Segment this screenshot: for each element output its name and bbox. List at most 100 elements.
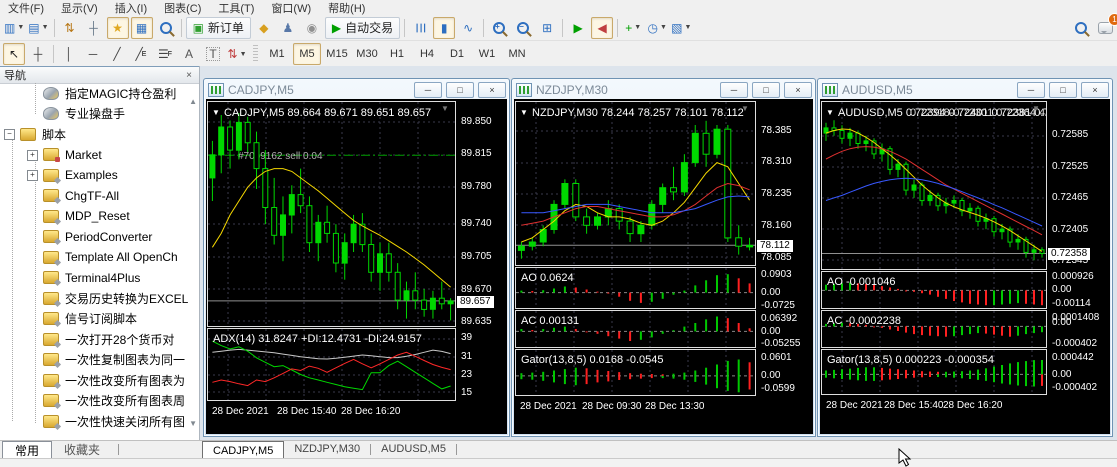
- time-axis[interactable]: 28 Dec 202128 Dec 15:4028 Dec 16:20: [821, 396, 1047, 416]
- expand-icon[interactable]: +: [27, 170, 38, 181]
- line-chart-button[interactable]: ∿: [457, 17, 479, 39]
- nav-item-6[interactable]: MDP_Reset: [0, 206, 199, 227]
- indicator-pane-2[interactable]: AC -0.0002238: [821, 310, 1047, 348]
- tile-windows-button[interactable]: ⊞: [536, 17, 558, 39]
- chart-client-area[interactable]: ▼AUDUSD,M5 0.72394 0.72401 0.72381 0.723…: [820, 99, 1110, 434]
- nav-item-0[interactable]: 指定MAGIC持仓盈利: [0, 83, 199, 104]
- window-titlebar[interactable]: AUDUSD,M5─□×: [818, 79, 1112, 99]
- strategy-tester-button[interactable]: [155, 17, 177, 39]
- chart-tab-0[interactable]: CADJPY,M5: [202, 441, 284, 459]
- chat-button[interactable]: 1: [1094, 17, 1116, 39]
- timeframe-m30-button[interactable]: M30: [353, 43, 381, 65]
- cursor-button[interactable]: ↖: [3, 43, 25, 65]
- window-minimize-button[interactable]: ─: [720, 82, 748, 98]
- chart-tab-2[interactable]: AUDUSD,M5: [371, 441, 456, 457]
- data-window-button[interactable]: ┼: [83, 17, 105, 39]
- metaquotes-button[interactable]: ◆: [253, 17, 275, 39]
- timeframe-mn-button[interactable]: MN: [503, 43, 531, 65]
- indicator-pane-3[interactable]: Gator(13,8,5) 0.0168 -0.0545: [515, 349, 756, 396]
- templates-button[interactable]: ▧▼: [670, 17, 692, 39]
- window-close-button[interactable]: ×: [478, 82, 506, 98]
- expand-icon[interactable]: +: [27, 150, 38, 161]
- menu-item-6[interactable]: 帮助(H): [322, 0, 376, 16]
- candlestick-button[interactable]: ▮: [433, 17, 455, 39]
- price-pane[interactable]: ▼AUDUSD,M5 0.72394 0.72401 0.72381 0.723…: [821, 101, 1047, 270]
- menu-item-1[interactable]: 显示(V): [55, 0, 109, 16]
- zoom-out-button[interactable]: [512, 17, 534, 39]
- menu-item-0[interactable]: 文件(F): [2, 0, 55, 16]
- signals-button[interactable]: ◉: [301, 17, 323, 39]
- fibonacci-button[interactable]: ☰F: [154, 43, 176, 65]
- scroll-down-icon[interactable]: ▼: [189, 419, 197, 428]
- window-restore-button[interactable]: □: [446, 82, 474, 98]
- window-close-button[interactable]: ×: [1081, 82, 1109, 98]
- timeframe-m5-button[interactable]: M5: [293, 43, 321, 65]
- timeframe-d1-button[interactable]: D1: [443, 43, 471, 65]
- menu-item-3[interactable]: 图表(C): [158, 0, 212, 16]
- text-button[interactable]: A: [178, 43, 200, 65]
- indicator-pane-1[interactable]: ADX(14) 31.8247 +DI:12.4731 -DI:24.9157: [207, 328, 456, 401]
- nav-item-13[interactable]: 一次性复制图表为同一: [0, 350, 199, 371]
- navigator-button[interactable]: ★: [107, 17, 129, 39]
- chart-client-area[interactable]: #7069162 sell 0.04▼CADJPY,M5 89.664 89.6…: [206, 99, 507, 434]
- terminal-button[interactable]: ▦: [131, 17, 153, 39]
- time-axis[interactable]: 28 Dec 202128 Dec 15:4028 Dec 16:20: [207, 402, 456, 422]
- indicators-button[interactable]: +▼: [622, 17, 644, 39]
- nav-item-16[interactable]: 一次性快速关闭所有图: [0, 411, 199, 432]
- collapse-icon[interactable]: −: [4, 129, 15, 140]
- indicator-pane-1[interactable]: AO 0.0624: [515, 267, 756, 309]
- market-watch-button[interactable]: ⇅: [59, 17, 81, 39]
- bar-chart-button[interactable]: ☰: [409, 17, 431, 39]
- menu-item-4[interactable]: 工具(T): [212, 0, 265, 16]
- new-order-button[interactable]: ▣新订单: [186, 17, 251, 39]
- menu-item-5[interactable]: 窗口(W): [265, 0, 322, 16]
- window-minimize-button[interactable]: ─: [1017, 82, 1045, 98]
- arrows-button[interactable]: ⇅▼: [226, 43, 248, 65]
- scroll-up-icon[interactable]: ▲: [189, 97, 197, 106]
- profiles-button[interactable]: ▤▼: [27, 17, 49, 39]
- nav-item-12[interactable]: 一次打开28个货币对: [0, 329, 199, 350]
- window-close-button[interactable]: ×: [784, 82, 812, 98]
- window-restore-button[interactable]: □: [1049, 82, 1077, 98]
- timeframe-w1-button[interactable]: W1: [473, 43, 501, 65]
- vertical-line-button[interactable]: │: [58, 43, 80, 65]
- label-button[interactable]: T: [202, 43, 224, 65]
- search-button[interactable]: [1070, 17, 1092, 39]
- chart-client-area[interactable]: ▼NZDJPY,M30 78.244 78.257 78.101 78.112▼…: [514, 99, 813, 434]
- periods-button[interactable]: ◷▼: [646, 17, 668, 39]
- window-titlebar[interactable]: CADJPY,M5─□×: [204, 79, 509, 99]
- auto-scroll-button[interactable]: ▶: [567, 17, 589, 39]
- nav-tab-0[interactable]: 常用: [2, 441, 52, 459]
- new-chart-button[interactable]: ▥▼: [3, 17, 25, 39]
- price-pane[interactable]: #7069162 sell 0.04▼CADJPY,M5 89.664 89.6…: [207, 101, 456, 327]
- timeframe-h1-button[interactable]: H1: [383, 43, 411, 65]
- menu-item-2[interactable]: 插入(I): [109, 0, 158, 16]
- chart-tab-1[interactable]: NZDJPY,M30: [284, 441, 370, 457]
- nav-item-15[interactable]: 一次性改变所有图表周: [0, 391, 199, 412]
- nav-item-5[interactable]: ChgTF-All: [0, 186, 199, 207]
- indicator-pane-3[interactable]: Gator(13,8,5) 0.000223 -0.000354: [821, 349, 1047, 395]
- metaeditor-button[interactable]: ♟: [277, 17, 299, 39]
- nav-item-11[interactable]: 信号订阅脚本: [0, 309, 199, 330]
- nav-item-7[interactable]: PeriodConverter: [0, 227, 199, 248]
- nav-item-14[interactable]: 一次性改变所有图表为: [0, 370, 199, 391]
- nav-item-1[interactable]: 专业操盘手: [0, 104, 199, 125]
- trendline-button[interactable]: ╱: [106, 43, 128, 65]
- nav-item-8[interactable]: Template All OpenCh: [0, 247, 199, 268]
- time-axis[interactable]: 28 Dec 202128 Dec 09:3028 Dec 13:30: [515, 397, 756, 417]
- channel-button[interactable]: ╱E: [130, 43, 152, 65]
- price-pane[interactable]: ▼NZDJPY,M30 78.244 78.257 78.101 78.112▼: [515, 101, 756, 266]
- window-restore-button[interactable]: □: [752, 82, 780, 98]
- nav-item-9[interactable]: Terminal4Plus: [0, 268, 199, 289]
- indicator-pane-1[interactable]: AO -0.001046: [821, 271, 1047, 309]
- timeframe-h4-button[interactable]: H4: [413, 43, 441, 65]
- crosshair-button[interactable]: ┼: [27, 43, 49, 65]
- nav-item-3[interactable]: +Market: [0, 145, 199, 166]
- nav-item-10[interactable]: 交易历史转换为EXCEL: [0, 288, 199, 309]
- window-titlebar[interactable]: NZDJPY,M30─□×: [512, 79, 815, 99]
- timeframe-m1-button[interactable]: M1: [263, 43, 291, 65]
- nav-item-4[interactable]: +Examples: [0, 165, 199, 186]
- horizontal-line-button[interactable]: ─: [82, 43, 104, 65]
- timeframe-m15-button[interactable]: M15: [323, 43, 351, 65]
- chart-shift-button[interactable]: ◀: [591, 17, 613, 39]
